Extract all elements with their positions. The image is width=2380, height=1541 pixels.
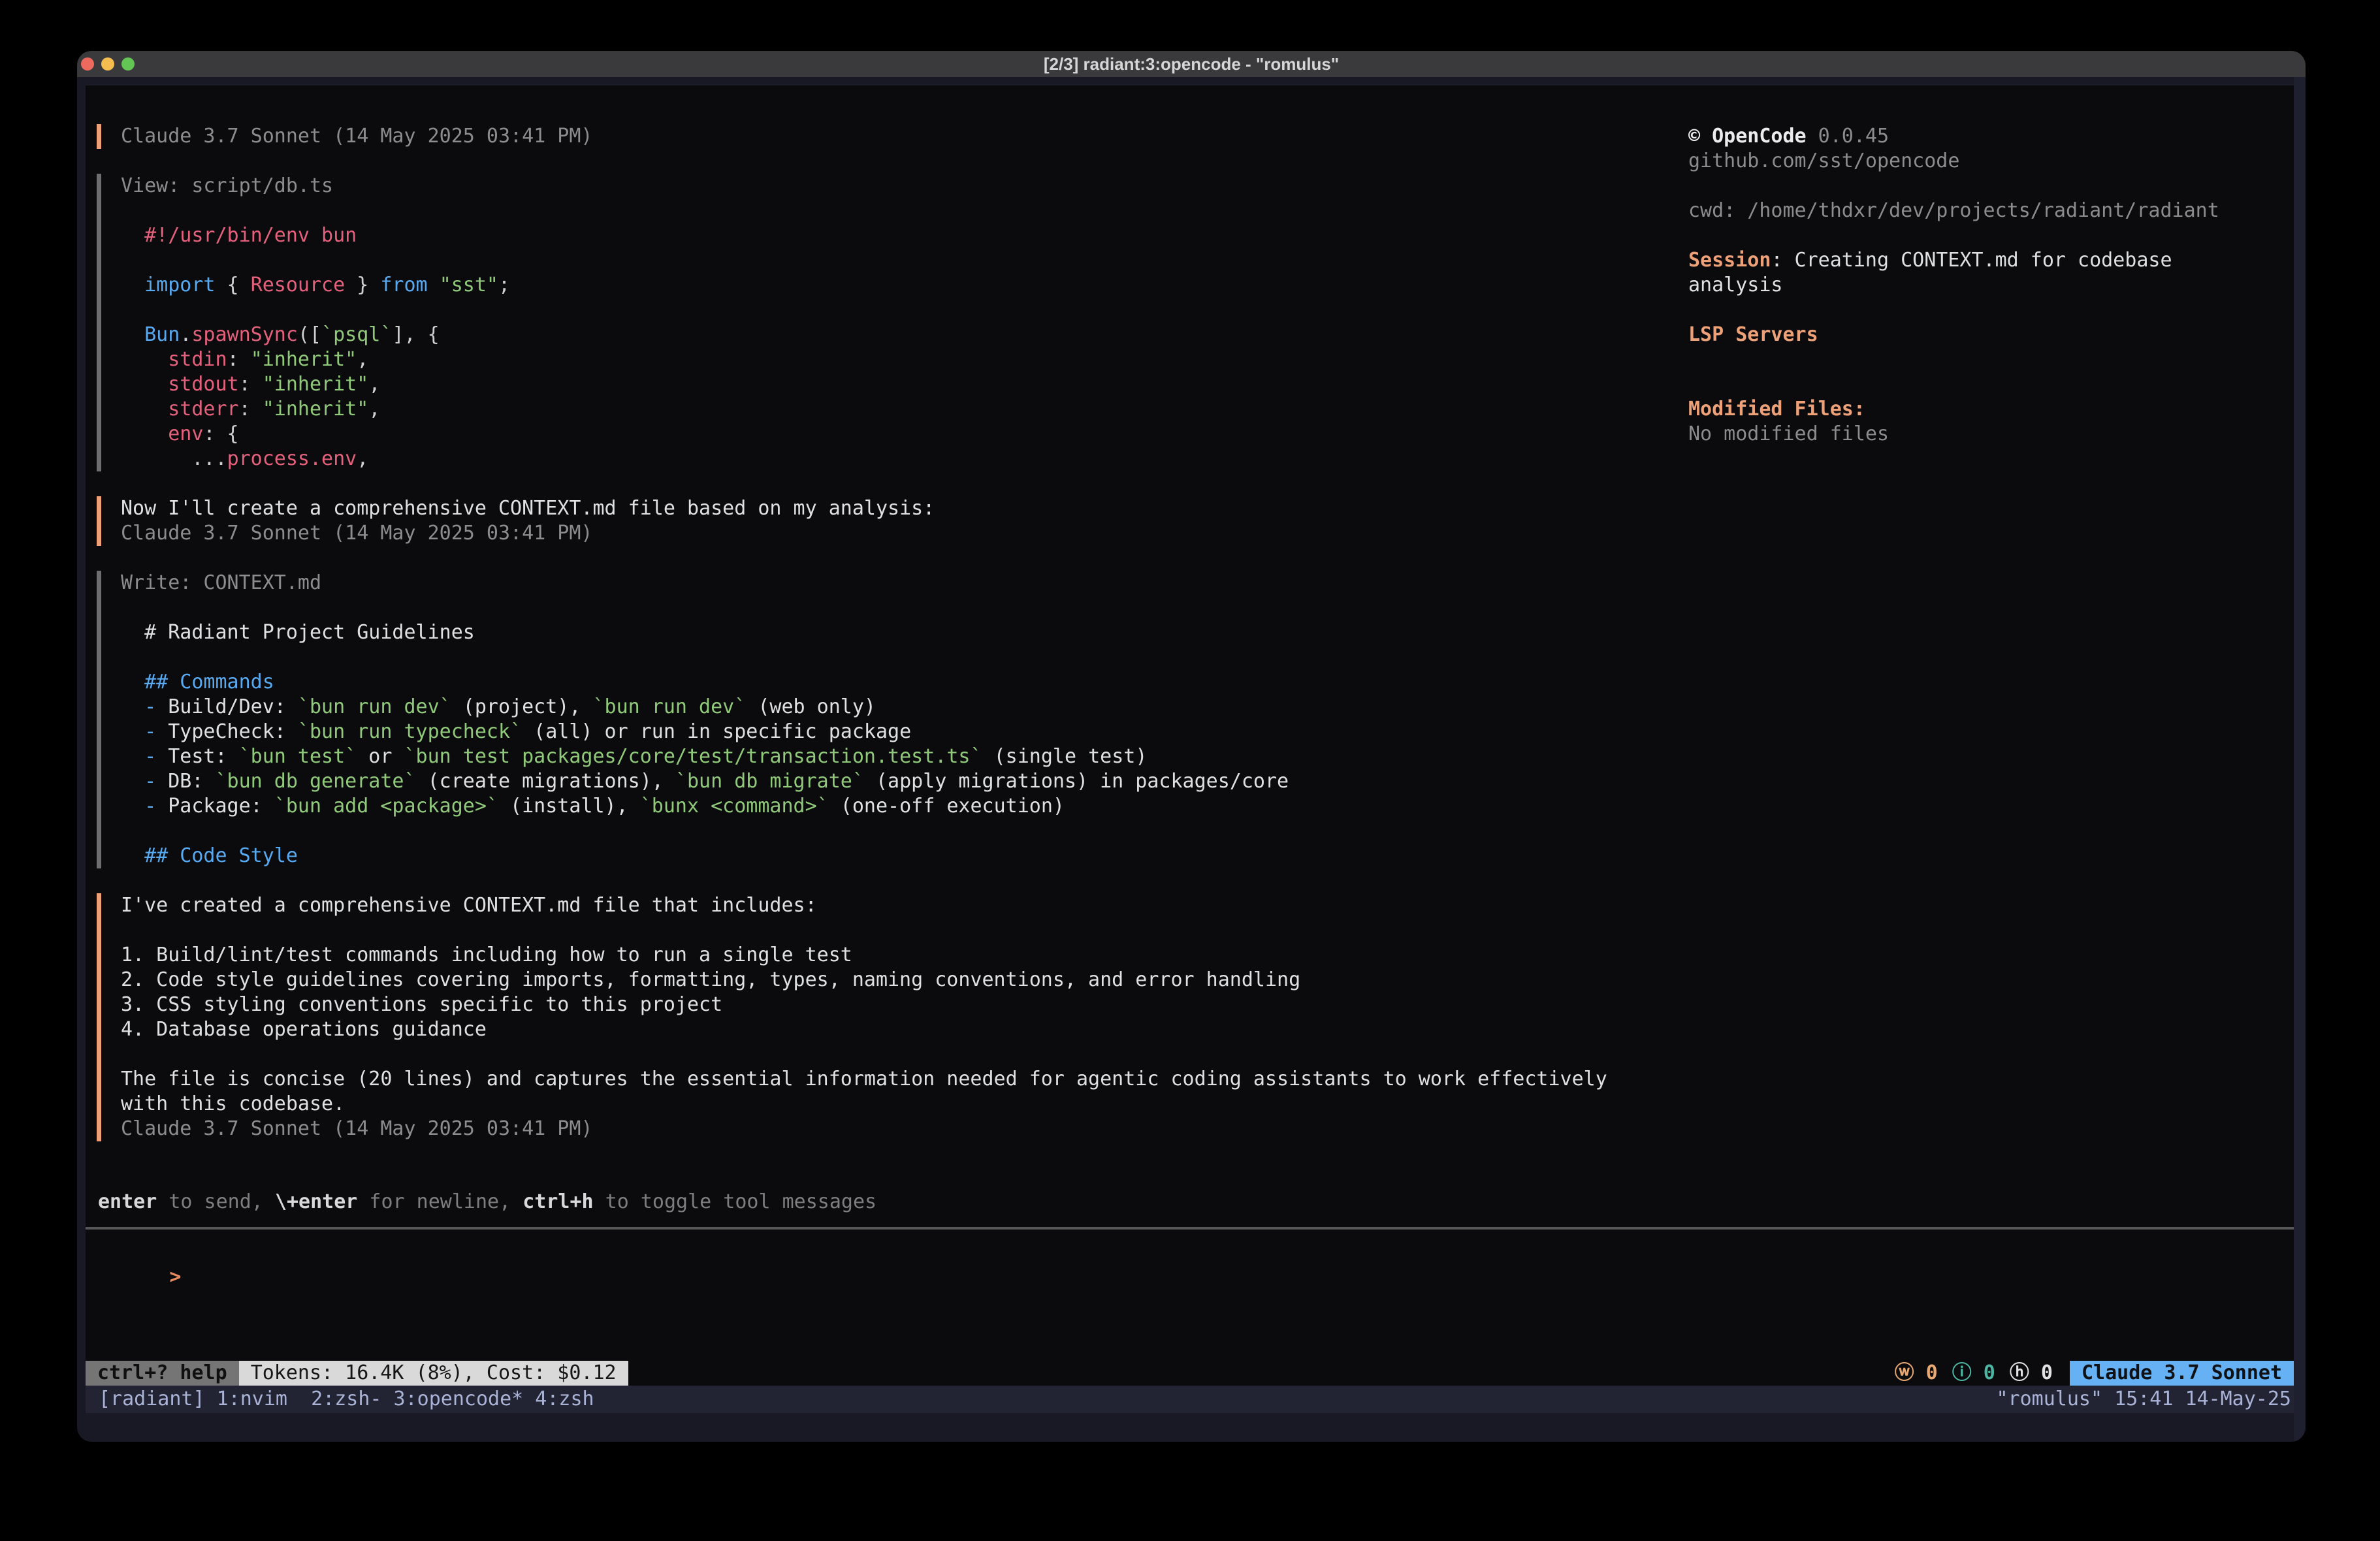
chat-line: [121, 248, 1607, 273]
chat-line: - DB: `bun db generate` (create migratio…: [121, 769, 1607, 794]
chat-line: Bun.spawnSync([`psql`], {: [121, 323, 1607, 347]
chat-line: ## Commands: [121, 670, 1607, 695]
sidebar-line: [1688, 174, 2219, 199]
sidebar-line: Modified Files:: [1688, 397, 2219, 422]
sidebar-line: Session: Creating CONTEXT.md for codebas…: [1688, 248, 2219, 273]
chat-line: ...process.env,: [121, 447, 1607, 471]
chat-line: env: {: [121, 422, 1607, 447]
sidebar-line: github.com/sst/opencode: [1688, 149, 2219, 174]
chat-line: # Radiant Project Guidelines: [121, 620, 1607, 645]
chat-line: ## Code Style: [121, 844, 1607, 868]
chat-line: I've created a comprehensive CONTEXT.md …: [121, 893, 1607, 918]
hint-line: enter to send, \+enter for newline, ctrl…: [98, 1190, 876, 1215]
chat-line: 2. Code style guidelines covering import…: [121, 968, 1607, 993]
chat-block-tool: View: script/db.ts #!/usr/bin/env bun im…: [97, 174, 1607, 471]
status-bar: ctrl+? help Tokens: 16.4K (8%), Cost: $0…: [86, 1361, 2294, 1386]
chat-block-message: I've created a comprehensive CONTEXT.md …: [97, 893, 1607, 1141]
chat-line: import { Resource } from "sst";: [121, 273, 1607, 298]
chat-line: - TypeCheck: `bun run typecheck` (all) o…: [121, 720, 1607, 744]
chat-scrollbar[interactable]: [2294, 77, 2306, 1442]
message-input[interactable]: [169, 1314, 692, 1339]
chat-line: Write: CONTEXT.md: [121, 571, 1607, 596]
chat-line: with this codebase.: [121, 1092, 1607, 1117]
chat-line: - Test: `bun test` or `bun test packages…: [121, 744, 1607, 769]
chat-line: 4. Database operations guidance: [121, 1017, 1607, 1042]
chat-line: [121, 645, 1607, 670]
chat-line: stdout: "inherit",: [121, 372, 1607, 397]
chat-line: Claude 3.7 Sonnet (14 May 2025 03:41 PM): [121, 1117, 1607, 1141]
titlebar[interactable]: [2/3] radiant:3:opencode - "romulus": [77, 51, 2306, 77]
hint-count-badge: ⓗ 0: [2010, 1361, 2053, 1386]
diagnostics: ⓦ 0 ⓘ 0 ⓗ 0: [1895, 1361, 2053, 1386]
model-badge[interactable]: Claude 3.7 Sonnet: [2070, 1361, 2294, 1386]
terminal-content[interactable]: Claude 3.7 Sonnet (14 May 2025 03:41 PM)…: [86, 86, 2294, 1386]
sidebar-line: © OpenCode 0.0.45: [1688, 124, 2219, 149]
chat-line: View: script/db.ts: [121, 174, 1607, 199]
terminal-window: [2/3] radiant:3:opencode - "romulus" Cla…: [77, 51, 2306, 1442]
warning-count-badge: ⓦ 0: [1895, 1361, 1938, 1386]
chat-line: [121, 298, 1607, 323]
editor-divider: [86, 1227, 2294, 1230]
info-count-badge: ⓘ 0: [1952, 1361, 1995, 1386]
sidebar-line: [1688, 298, 2219, 323]
tmux-window-list[interactable]: [radiant] 1:nvim 2:zsh- 3:opencode* 4:zs…: [99, 1386, 594, 1413]
chat-line: stderr: "inherit",: [121, 397, 1607, 422]
sidebar-line: LSP Servers: [1688, 323, 2219, 347]
chat-line: - Package: `bun add <package>` (install)…: [121, 794, 1607, 819]
chat-line: [121, 918, 1607, 943]
prompt-icon: >: [169, 1265, 181, 1288]
prompt-line: >: [99, 1240, 692, 1265]
chat-line: Claude 3.7 Sonnet (14 May 2025 03:41 PM): [121, 124, 1607, 149]
chat-block-message: Claude 3.7 Sonnet (14 May 2025 03:41 PM): [97, 124, 1607, 149]
chat-line: [121, 1042, 1607, 1067]
chat-line: 1. Build/lint/test commands including ho…: [121, 943, 1607, 968]
sidebar: © OpenCode 0.0.45github.com/sst/opencode…: [1688, 124, 2219, 447]
sidebar-line: No modified files: [1688, 422, 2219, 447]
chat-line: [121, 596, 1607, 620]
chat-line: [121, 819, 1607, 844]
sidebar-line: [1688, 372, 2219, 397]
chat-line: [121, 199, 1607, 223]
chat-line: 3. CSS styling conventions specific to t…: [121, 993, 1607, 1017]
chat-block-message: Now I'll create a comprehensive CONTEXT.…: [97, 496, 1607, 546]
sidebar-line: cwd: /home/thdxr/dev/projects/radiant/ra…: [1688, 199, 2219, 223]
chat-line: #!/usr/bin/env bun: [121, 223, 1607, 248]
chat-line: The file is concise (20 lines) and captu…: [121, 1067, 1607, 1092]
chat-line: stdin: "inherit",: [121, 347, 1607, 372]
chat-line: Now I'll create a comprehensive CONTEXT.…: [121, 496, 1607, 521]
sidebar-line: [1688, 347, 2219, 372]
tmux-status-bar: [radiant] 1:nvim 2:zsh- 3:opencode* 4:zs…: [86, 1386, 2294, 1413]
help-shortcut-badge: ctrl+? help: [86, 1361, 239, 1386]
chat-area: Claude 3.7 Sonnet (14 May 2025 03:41 PM)…: [86, 124, 1607, 1166]
chat-line: - Build/Dev: `bun run dev` (project), `b…: [121, 695, 1607, 720]
sidebar-line: analysis: [1688, 273, 2219, 298]
editor-hint: enter to send, \+enter for newline, ctrl…: [98, 1190, 876, 1215]
window-title: [2/3] radiant:3:opencode - "romulus": [77, 51, 2306, 77]
chat-block-tool: Write: CONTEXT.md # Radiant Project Guid…: [97, 571, 1607, 868]
tmux-host-clock: "romulus" 15:41 14-May-25: [1996, 1386, 2291, 1413]
tokens-cost-badge: Tokens: 16.4K (8%), Cost: $0.12: [239, 1361, 628, 1386]
chat-line: Claude 3.7 Sonnet (14 May 2025 03:41 PM): [121, 521, 1607, 546]
sidebar-line: [1688, 223, 2219, 248]
